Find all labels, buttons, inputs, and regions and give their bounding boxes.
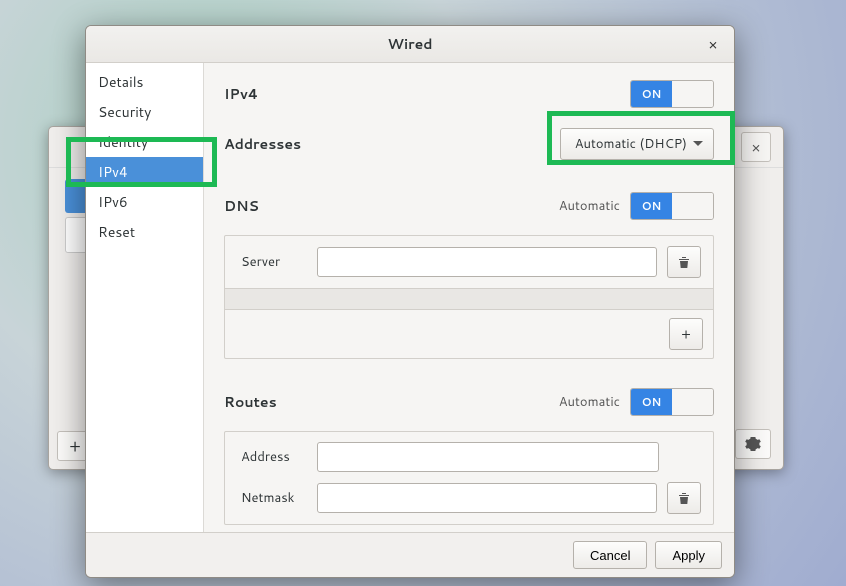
plus-icon: + bbox=[69, 434, 81, 458]
routes-address-label: Address bbox=[237, 448, 307, 466]
sidebar-item-label: IPv6 bbox=[98, 192, 128, 212]
toggle-off-half bbox=[672, 389, 713, 415]
dialog-footer: Cancel Apply bbox=[86, 532, 734, 577]
routes-netmask-input[interactable] bbox=[317, 483, 657, 513]
sidebar-item-label: Reset bbox=[98, 222, 135, 242]
network-settings-button[interactable] bbox=[735, 429, 771, 459]
dns-add-button[interactable]: + bbox=[669, 318, 703, 350]
toggle-off-half bbox=[672, 193, 713, 219]
dns-automatic-label: Automatic bbox=[559, 197, 620, 215]
sidebar-item-label: Identity bbox=[98, 132, 148, 152]
wired-dialog: Wired × Details Security Identity IPv4 I… bbox=[85, 25, 735, 578]
dns-automatic-toggle[interactable]: ON bbox=[630, 192, 714, 220]
sidebar-item-ipv4[interactable]: IPv4 bbox=[86, 157, 203, 187]
routes-netmask-label: Netmask bbox=[237, 489, 307, 507]
sidebar-item-security[interactable]: Security bbox=[86, 97, 203, 127]
cancel-button[interactable]: Cancel bbox=[573, 541, 647, 569]
trash-icon bbox=[677, 491, 691, 505]
sidebar-item-details[interactable]: Details bbox=[86, 67, 203, 97]
gear-icon bbox=[745, 436, 761, 452]
close-icon: × bbox=[708, 34, 718, 55]
routes-automatic-toggle[interactable]: ON bbox=[630, 388, 714, 416]
apply-button[interactable]: Apply bbox=[655, 541, 722, 569]
plus-icon: + bbox=[681, 324, 691, 344]
sidebar-item-label: Security bbox=[98, 102, 151, 122]
addresses-mode-dropdown[interactable]: Automatic (DHCP) bbox=[560, 128, 714, 160]
sidebar-item-label: IPv4 bbox=[98, 162, 128, 182]
dns-server-label: Server bbox=[237, 253, 307, 271]
sidebar-item-identity[interactable]: Identity bbox=[86, 127, 203, 157]
dns-server-input[interactable] bbox=[317, 247, 657, 277]
dns-scrollbar-track[interactable] bbox=[225, 288, 713, 309]
dialog-close-button[interactable]: × bbox=[702, 33, 724, 55]
network-close-button[interactable]: × bbox=[741, 132, 771, 162]
sidebar: Details Security Identity IPv4 IPv6 Rese… bbox=[86, 63, 204, 532]
addresses-heading: Addresses bbox=[224, 134, 301, 154]
routes-heading: Routes bbox=[224, 392, 277, 412]
titlebar: Wired × bbox=[86, 26, 734, 63]
routes-automatic-label: Automatic bbox=[559, 393, 620, 411]
dialog-title: Wired bbox=[388, 34, 433, 54]
routes-delete-button[interactable] bbox=[667, 482, 701, 514]
addresses-mode-value: Automatic (DHCP) bbox=[575, 135, 687, 153]
toggle-off-half bbox=[672, 81, 713, 107]
toggle-on-label: ON bbox=[631, 389, 672, 415]
toggle-on-label: ON bbox=[631, 193, 672, 219]
trash-icon bbox=[677, 255, 691, 269]
routes-group: Address Netmask bbox=[224, 431, 714, 525]
ipv4-heading: IPv4 bbox=[224, 84, 258, 104]
routes-address-input[interactable] bbox=[317, 442, 659, 472]
dns-server-delete-button[interactable] bbox=[667, 246, 701, 278]
dns-group: Server + bbox=[224, 235, 714, 359]
sidebar-item-ipv6[interactable]: IPv6 bbox=[86, 187, 203, 217]
ipv4-toggle[interactable]: ON bbox=[630, 80, 714, 108]
content-pane: IPv4 ON Addresses Automatic (DHCP) DNS bbox=[204, 63, 734, 532]
dns-heading: DNS bbox=[224, 196, 259, 216]
sidebar-item-label: Details bbox=[98, 72, 144, 92]
sidebar-item-reset[interactable]: Reset bbox=[86, 217, 203, 247]
toggle-on-label: ON bbox=[631, 81, 672, 107]
close-icon: × bbox=[751, 137, 761, 158]
